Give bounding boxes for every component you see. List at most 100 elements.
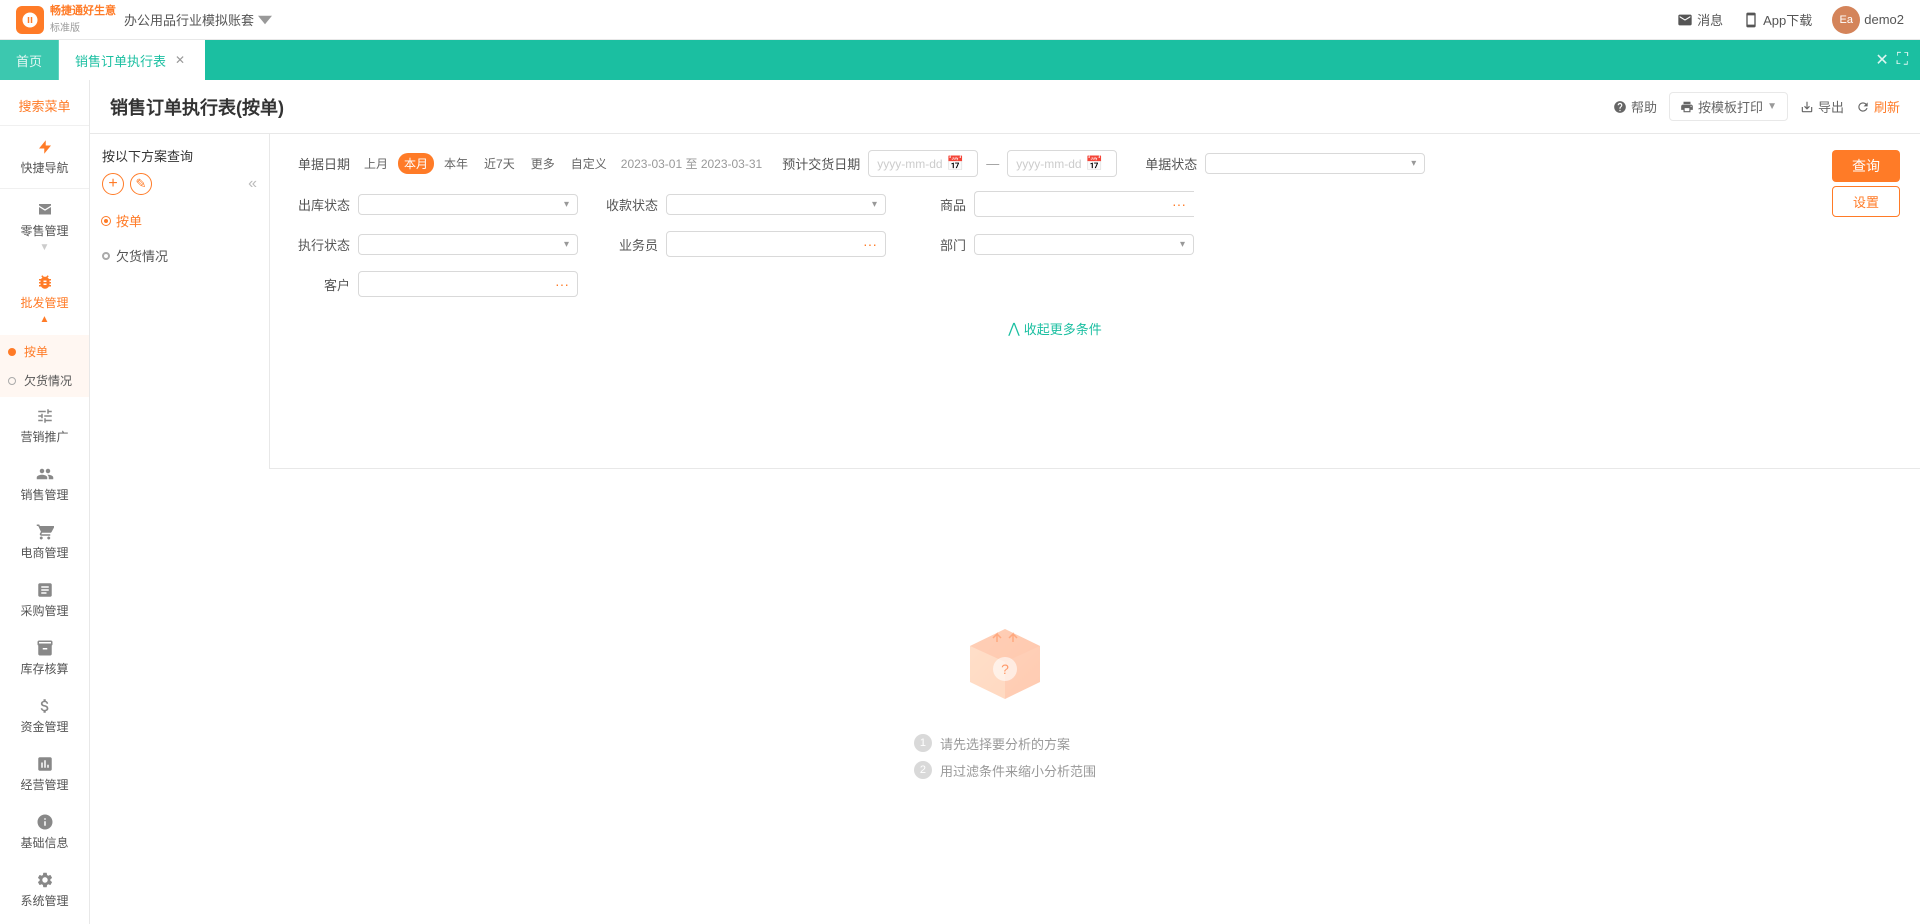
scheme-fold-button[interactable]: « <box>248 175 257 193</box>
calendar-end-icon[interactable]: 📅 <box>1086 155 1103 172</box>
sidebar-item-basic-label: 基础信息 <box>20 834 68 851</box>
collapse-button[interactable]: ⋀ 收起更多条件 <box>1008 319 1102 338</box>
sidebar-item-quick-nav[interactable]: 快捷导航 <box>0 128 89 186</box>
date-label: 单据日期 <box>290 154 350 173</box>
sidebar-item-inventory[interactable]: 库存核算 <box>0 629 89 687</box>
sidebar: 搜索菜单 快捷导航 零售管理 ▼ 批发管理 ▲ 按单 <box>0 80 90 924</box>
scheme-item-order[interactable]: 按单 <box>90 203 269 238</box>
sidebar-item-ecommerce[interactable]: 电商管理 <box>0 513 89 571</box>
template-print-button[interactable]: 按模板打印 ▼ <box>1669 92 1788 121</box>
date-start-placeholder: yyyy-mm-dd <box>877 157 942 171</box>
sidebar-divider-2 <box>0 188 89 189</box>
status-label: 单据状态 <box>1137 154 1197 173</box>
help-button[interactable]: 帮助 <box>1613 97 1657 116</box>
tip-num-2: 2 <box>914 761 932 779</box>
date-tab-custom[interactable]: 自定义 <box>565 153 613 174</box>
scheme-edit-button[interactable]: ✎ <box>130 173 152 195</box>
customer-dots[interactable]: ··· <box>555 276 569 292</box>
active-scheme-dot <box>102 217 110 225</box>
date-tab-this-month[interactable]: 本月 <box>398 153 434 174</box>
user-area[interactable]: Ea demo2 <box>1832 6 1904 34</box>
scheme-panel-title: 按以下方案查询 <box>102 146 193 165</box>
sidebar-item-basic[interactable]: 基础信息 <box>0 803 89 861</box>
sidebar-item-sales[interactable]: 销售管理 <box>0 455 89 513</box>
salesperson-input[interactable]: ··· <box>666 231 886 257</box>
refresh-button[interactable]: 刷新 <box>1856 97 1900 116</box>
logo-text-group: 畅捷通好生意 标准版 <box>50 5 116 33</box>
collapse-chevron-icon: ⋀ <box>1008 320 1019 337</box>
delivery-select-wrap: ▾ <box>358 194 578 215</box>
chevron-down-icon: ▼ <box>40 242 50 253</box>
date-picker-start: yyyy-mm-dd 📅 — yyyy-mm-dd 📅 <box>868 150 1117 177</box>
logo-sub: 标准版 <box>50 19 116 34</box>
payment-select[interactable]: ▾ <box>666 194 886 215</box>
date-range-text: 2023-03-01 至 2023-03-31 <box>621 155 762 172</box>
salesperson-label: 业务员 <box>598 235 658 254</box>
user-avatar: Ea <box>1832 6 1860 34</box>
sidebar-item-marketing[interactable]: 营销推广 <box>0 397 89 455</box>
customer-input[interactable]: ··· <box>358 271 578 297</box>
execution-select[interactable]: ▾ <box>358 234 578 255</box>
sidebar-item-finance[interactable]: 资金管理 <box>0 687 89 745</box>
salesperson-dots[interactable]: ··· <box>863 236 877 252</box>
department-caret-icon: ▾ <box>1180 239 1185 250</box>
status-select[interactable]: ▾ <box>1205 153 1425 174</box>
filter-right-btns: 查询 设置 <box>1832 150 1900 338</box>
status-caret-icon: ▾ <box>1411 158 1416 169</box>
date-end-input[interactable]: yyyy-mm-dd 📅 <box>1007 150 1117 177</box>
tab-sales-order[interactable]: 销售订单执行表 ✕ <box>59 40 205 80</box>
setting-button[interactable]: 设置 <box>1832 186 1900 217</box>
tab-close-button[interactable]: ✕ <box>172 52 188 68</box>
empty-tip-1: 1 请先选择要分析的方案 <box>914 734 1096 753</box>
sidebar-sub-item-debt[interactable]: 欠货情况 <box>0 366 89 395</box>
date-tab-this-year[interactable]: 本年 <box>438 153 474 174</box>
sidebar-item-wholesale[interactable]: 批发管理 ▲ <box>0 263 89 335</box>
date-tab-more[interactable]: 更多 <box>525 153 561 174</box>
date-start-input[interactable]: yyyy-mm-dd 📅 <box>868 150 978 177</box>
top-bar-left: 畅捷通好生意 标准版 办公用品行业模拟账套 <box>16 5 272 33</box>
sidebar-item-retail[interactable]: 零售管理 ▼ <box>0 191 89 263</box>
delivery-select[interactable]: ▾ <box>358 194 578 215</box>
date-end-placeholder: yyyy-mm-dd <box>1016 157 1081 171</box>
collapse-section: ⋀ 收起更多条件 <box>290 311 1820 338</box>
sidebar-item-purchase-label: 采购管理 <box>20 602 68 619</box>
sidebar-sub-item-order[interactable]: 按单 <box>0 337 89 366</box>
tab-expand-icon[interactable]: ⛶ <box>1897 51 1908 69</box>
tab-close-all-icon[interactable]: ✕ <box>1875 50 1888 70</box>
app-download-action[interactable]: App下载 <box>1743 10 1812 29</box>
scheme-add-button[interactable]: + <box>102 173 124 195</box>
tab-home[interactable]: 首页 <box>0 40 59 80</box>
empty-tips: 1 请先选择要分析的方案 2 用过滤条件来缩小分析范围 <box>914 734 1096 780</box>
sidebar-item-system[interactable]: 系统管理 <box>0 861 89 919</box>
date-tab-7days[interactable]: 近7天 <box>478 153 521 174</box>
department-select[interactable]: ▾ <box>974 234 1194 255</box>
sidebar-item-operations-label: 经营管理 <box>20 776 68 793</box>
refresh-label: 刷新 <box>1874 97 1900 116</box>
date-tab-last-month[interactable]: 上月 <box>358 153 394 174</box>
product-input[interactable]: ··· <box>974 191 1194 217</box>
query-button[interactable]: 查询 <box>1832 150 1900 182</box>
sidebar-search[interactable]: 搜索菜单 <box>0 88 89 123</box>
tab-bar-actions: ✕ ⛶ <box>1863 40 1920 80</box>
department-label: 部门 <box>906 235 966 254</box>
payment-caret-icon: ▾ <box>872 199 877 210</box>
calendar-start-icon[interactable]: 📅 <box>947 155 964 172</box>
message-action[interactable]: 消息 <box>1677 10 1723 29</box>
product-dots[interactable]: ··· <box>1172 196 1186 212</box>
export-button[interactable]: 导出 <box>1800 97 1844 116</box>
collapse-label: 收起更多条件 <box>1024 319 1102 338</box>
sidebar-item-enterprise[interactable]: 企业协同 <box>0 919 89 924</box>
sidebar-item-operations[interactable]: 经营管理 <box>0 745 89 803</box>
scheme-item-debt[interactable]: 欠货情况 <box>90 238 269 273</box>
top-bar-right: 消息 App下载 Ea demo2 <box>1677 6 1904 34</box>
sidebar-item-retail-label: 零售管理 <box>20 222 68 239</box>
filter-department-item: 部门 ▾ <box>906 234 1194 255</box>
sidebar-item-inventory-label: 库存核算 <box>20 660 68 677</box>
product-label: 商品 <box>906 195 966 214</box>
print-dropdown-caret[interactable]: ▼ <box>1767 101 1777 112</box>
company-selector[interactable]: 办公用品行业模拟账套 <box>124 10 272 29</box>
sidebar-item-purchase[interactable]: 采购管理 <box>0 571 89 629</box>
template-print-label: 按模板打印 <box>1698 97 1763 116</box>
sidebar-item-finance-label: 资金管理 <box>20 718 68 735</box>
top-bar: 畅捷通好生意 标准版 办公用品行业模拟账套 消息 App下载 Ea demo2 <box>0 0 1920 40</box>
